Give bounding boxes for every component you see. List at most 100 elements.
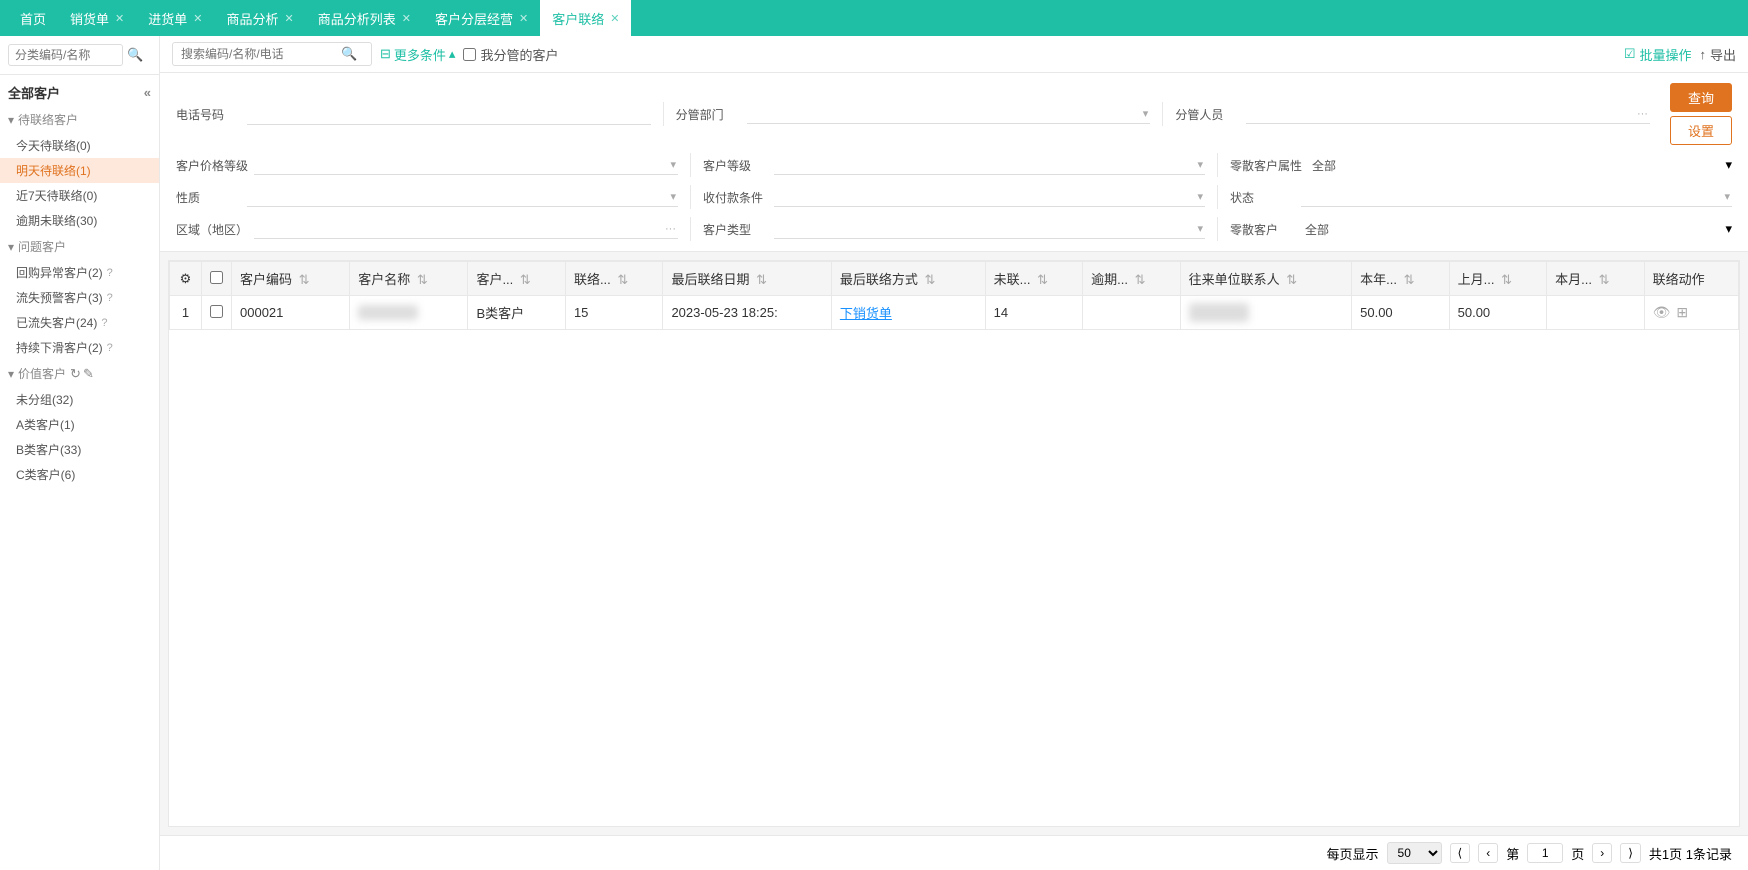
export-icon: ↑: [1699, 47, 1706, 62]
select-person[interactable]: ···: [1246, 105, 1650, 124]
sidebar-item-declining[interactable]: 持续下滑客户(2) ?: [0, 335, 159, 360]
close-customer-tier-icon[interactable]: ✕: [519, 12, 528, 25]
nav-purchase-order[interactable]: 进货单 ✕: [136, 0, 214, 36]
sort-icon-last-month[interactable]: ⇅: [1501, 272, 1512, 287]
prev-page-btn[interactable]: ‹: [1478, 843, 1498, 863]
my-customers-checkbox-area: 我分管的客户: [463, 45, 558, 64]
next-page-btn[interactable]: ›: [1592, 843, 1612, 863]
input-phone[interactable]: [247, 104, 651, 125]
sidebar-item-ungrouped[interactable]: 未分组(32): [0, 387, 159, 412]
grid-action-icon[interactable]: ⊞: [1676, 304, 1688, 321]
batch-ops-btn[interactable]: ☑ 批量操作: [1624, 45, 1692, 64]
col-checkbox[interactable]: [202, 262, 232, 296]
sidebar-search-input[interactable]: [8, 44, 123, 66]
per-page-select[interactable]: 50 100 200: [1387, 842, 1442, 864]
sidebar-search-icon[interactable]: 🔍: [127, 47, 143, 63]
col-this-month: 本月... ⇅: [1547, 262, 1645, 296]
chevron-customer-type-icon: ▾: [1197, 222, 1203, 235]
sidebar-item-7days-pending[interactable]: 近7天待联络(0): [0, 183, 159, 208]
sidebar-item-b-class[interactable]: B类客户(33): [0, 437, 159, 462]
sort-icon-code[interactable]: ⇅: [299, 272, 310, 287]
close-product-analysis-icon[interactable]: ✕: [285, 12, 294, 25]
nav-sales-order[interactable]: 销货单 ✕: [58, 0, 136, 36]
sort-icon-uncontacted[interactable]: ⇅: [1037, 272, 1048, 287]
close-customer-contact-icon[interactable]: ✕: [610, 12, 619, 25]
sort-icon-contact[interactable]: ⇅: [617, 272, 628, 287]
nav-customer-tier[interactable]: 客户分层经营 ✕: [423, 0, 540, 36]
divider5: [690, 185, 691, 209]
first-page-btn[interactable]: ⟨: [1450, 843, 1471, 863]
close-purchase-order-icon[interactable]: ✕: [193, 12, 202, 25]
settings-button[interactable]: 设置: [1670, 116, 1732, 145]
more-conditions-btn[interactable]: ⊟ 更多条件 ▴: [380, 45, 455, 64]
last-contact-link[interactable]: 下销货单: [840, 306, 892, 321]
group-pending-contact[interactable]: 待联络客户: [0, 106, 159, 133]
sidebar-item-overdue[interactable]: 逾期未联络(30): [0, 208, 159, 233]
main-search-input[interactable]: [181, 47, 341, 61]
field-nature: 性质 ▾: [176, 187, 678, 207]
filter-icon: ⊟: [380, 46, 391, 62]
sidebar-item-tomorrow-pending[interactable]: 明天待联络(1): [0, 158, 159, 183]
divider7: [690, 217, 691, 241]
sidebar-item-today-pending[interactable]: 今天待联络(0): [0, 133, 159, 158]
page-number-input[interactable]: [1527, 843, 1563, 863]
query-button[interactable]: 查询: [1670, 83, 1732, 112]
main-search-icon[interactable]: 🔍: [341, 46, 357, 62]
group-problem-customers[interactable]: 问题客户: [0, 233, 159, 260]
sidebar-item-a-class[interactable]: A类客户(1): [0, 412, 159, 437]
cell-checkbox[interactable]: [202, 296, 232, 330]
refresh-icon[interactable]: ↻: [70, 366, 81, 382]
select-customer-level[interactable]: ▾: [774, 155, 1205, 175]
field-dept: 分管部门 ▾: [676, 104, 1151, 124]
sort-icon-method[interactable]: ⇅: [924, 272, 935, 287]
chevron-up-icon: ▴: [449, 46, 456, 62]
nav-product-analysis-list[interactable]: 商品分析列表 ✕: [306, 0, 423, 36]
select-status[interactable]: ▾: [1301, 187, 1732, 207]
select-payment-terms[interactable]: ▾: [774, 187, 1205, 207]
eye-action-icon[interactable]: 👁: [1653, 304, 1671, 321]
sidebar-item-churn-warning[interactable]: 流失预警客户(3) ?: [0, 285, 159, 310]
sort-icon-type[interactable]: ⇅: [520, 272, 531, 287]
col-this-year: 本年... ⇅: [1352, 262, 1450, 296]
edit-icon[interactable]: ✎: [83, 366, 94, 382]
sidebar-item-c-class[interactable]: C类客户(6): [0, 462, 159, 487]
cell-actions: 👁 ⊞: [1644, 296, 1738, 330]
contact-person-blurred: 联系人: [1189, 303, 1249, 322]
select-customer-type[interactable]: ▾: [774, 219, 1205, 239]
nav-home[interactable]: 首页: [8, 0, 58, 36]
chevron-retail-attr-icon: ▾: [1725, 157, 1732, 173]
select-dept[interactable]: ▾: [747, 104, 1151, 124]
group-value-customers[interactable]: 价值客户 ↻ ✎: [0, 360, 159, 387]
sidebar-item-repurchase-abnormal[interactable]: 回购异常客户(2) ?: [0, 260, 159, 285]
col-last-contact-method: 最后联络方式 ⇅: [831, 262, 985, 296]
select-price-level[interactable]: ▾: [254, 155, 678, 175]
export-btn[interactable]: ↑ 导出: [1699, 45, 1736, 64]
col-gear[interactable]: ⚙: [170, 262, 202, 296]
sidebar-search-area: 🔍: [0, 36, 159, 75]
my-customers-checkbox[interactable]: [463, 48, 476, 61]
close-sales-order-icon[interactable]: ✕: [115, 12, 124, 25]
nav-customer-contact[interactable]: 客户联络 ✕: [540, 0, 631, 36]
col-customer-type: 客户... ⇅: [468, 262, 566, 296]
sidebar-collapse-icon[interactable]: «: [144, 85, 151, 100]
sort-icon-this-year[interactable]: ⇅: [1404, 272, 1415, 287]
select-nature[interactable]: ▾: [247, 187, 678, 207]
sort-icon-this-month[interactable]: ⇅: [1599, 272, 1610, 287]
row-checkbox[interactable]: [210, 305, 223, 318]
search-input-wrapper: 🔍: [172, 42, 372, 66]
sort-icon-person[interactable]: ⇅: [1286, 272, 1297, 287]
sort-icon-name[interactable]: ⇅: [417, 272, 428, 287]
close-product-analysis-list-icon[interactable]: ✕: [402, 12, 411, 25]
my-customers-label: 我分管的客户: [480, 45, 558, 64]
select-all-checkbox[interactable]: [210, 271, 223, 284]
sort-icon-date[interactable]: ⇅: [756, 272, 767, 287]
label-phone: 电话号码: [176, 106, 241, 123]
customer-name-blurred: Ea: [358, 305, 418, 320]
sidebar-item-churned[interactable]: 已流失客户(24) ?: [0, 310, 159, 335]
last-page-btn[interactable]: ⟩: [1620, 843, 1641, 863]
nav-product-analysis[interactable]: 商品分析 ✕: [214, 0, 305, 36]
sort-icon-overdue[interactable]: ⇅: [1135, 272, 1146, 287]
cell-last-month: 50.00: [1449, 296, 1547, 330]
select-region[interactable]: ···: [254, 220, 678, 239]
retail-customer-value: 全部: [1305, 221, 1329, 238]
